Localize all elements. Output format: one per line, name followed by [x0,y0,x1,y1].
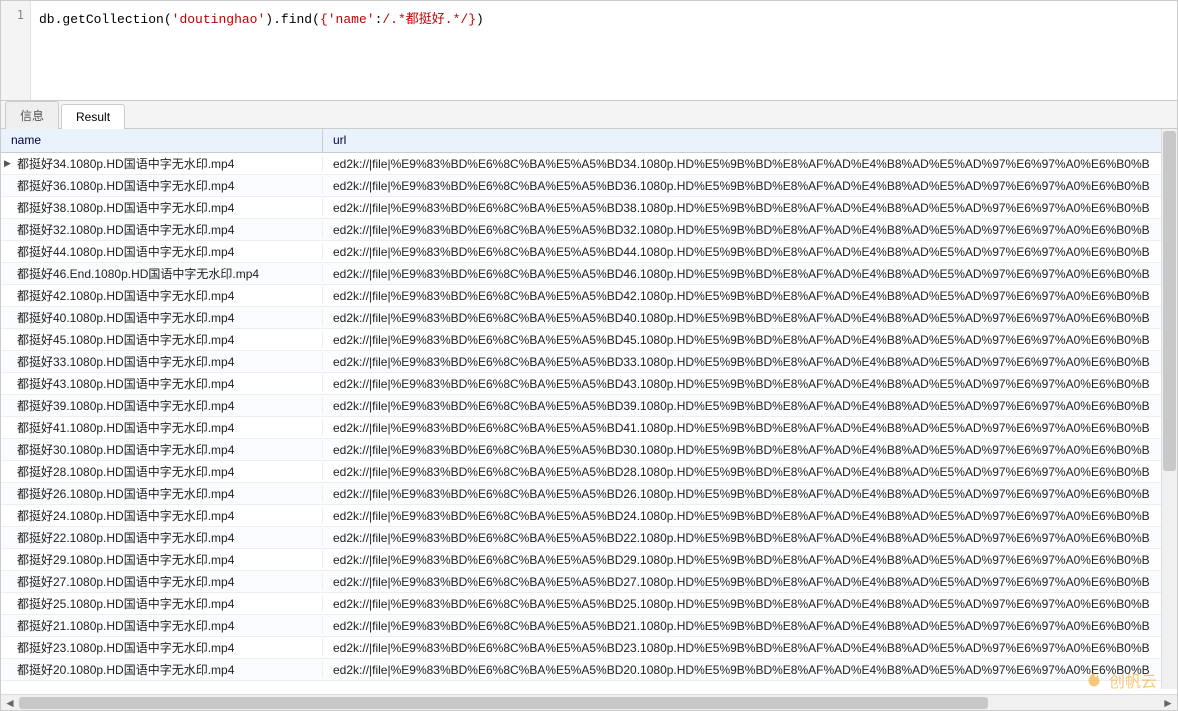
cell-name: 都挺好30.1080p.HD国语中字无水印.mp4 [1,441,323,458]
table-row[interactable]: 都挺好43.1080p.HD国语中字无水印.mp4ed2k://|file|%E… [1,373,1177,395]
grid-body[interactable]: 都挺好34.1080p.HD国语中字无水印.mp4ed2k://|file|%E… [1,153,1177,694]
cell-url: ed2k://|file|%E9%83%BD%E6%8C%BA%E5%A5%BD… [323,465,1177,479]
cell-name: 都挺好41.1080p.HD国语中字无水印.mp4 [1,419,323,436]
result-grid: name url 都挺好34.1080p.HD国语中字无水印.mp4ed2k:/… [1,129,1177,710]
cell-url: ed2k://|file|%E9%83%BD%E6%8C%BA%E5%A5%BD… [323,311,1177,325]
scroll-right-icon[interactable]: ► [1161,697,1175,709]
grid-header: name url [1,129,1177,153]
cell-name: 都挺好46.End.1080p.HD国语中字无水印.mp4 [1,265,323,282]
table-row[interactable]: 都挺好46.End.1080p.HD国语中字无水印.mp4ed2k://|fil… [1,263,1177,285]
cell-url: ed2k://|file|%E9%83%BD%E6%8C%BA%E5%A5%BD… [323,597,1177,611]
cell-url: ed2k://|file|%E9%83%BD%E6%8C%BA%E5%A5%BD… [323,553,1177,567]
cell-url: ed2k://|file|%E9%83%BD%E6%8C%BA%E5%A5%BD… [323,223,1177,237]
cell-name: 都挺好38.1080p.HD国语中字无水印.mp4 [1,199,323,216]
tab-result[interactable]: Result [61,104,125,129]
line-gutter: 1 [1,1,31,100]
cell-name: 都挺好42.1080p.HD国语中字无水印.mp4 [1,287,323,304]
cell-url: ed2k://|file|%E9%83%BD%E6%8C%BA%E5%A5%BD… [323,531,1177,545]
table-row[interactable]: 都挺好32.1080p.HD国语中字无水印.mp4ed2k://|file|%E… [1,219,1177,241]
table-row[interactable]: 都挺好39.1080p.HD国语中字无水印.mp4ed2k://|file|%E… [1,395,1177,417]
line-number: 1 [17,8,24,22]
table-row[interactable]: 都挺好24.1080p.HD国语中字无水印.mp4ed2k://|file|%E… [1,505,1177,527]
table-row[interactable]: 都挺好34.1080p.HD国语中字无水印.mp4ed2k://|file|%E… [1,153,1177,175]
cell-name: 都挺好40.1080p.HD国语中字无水印.mp4 [1,309,323,326]
cell-name: 都挺好33.1080p.HD国语中字无水印.mp4 [1,353,323,370]
cell-url: ed2k://|file|%E9%83%BD%E6%8C%BA%E5%A5%BD… [323,421,1177,435]
scroll-left-icon[interactable]: ◄ [3,697,17,709]
cell-name: 都挺好45.1080p.HD国语中字无水印.mp4 [1,331,323,348]
table-row[interactable]: 都挺好40.1080p.HD国语中字无水印.mp4ed2k://|file|%E… [1,307,1177,329]
cell-url: ed2k://|file|%E9%83%BD%E6%8C%BA%E5%A5%BD… [323,333,1177,347]
cell-url: ed2k://|file|%E9%83%BD%E6%8C%BA%E5%A5%BD… [323,201,1177,215]
result-tabs: 信息 Result [1,101,1177,129]
cell-url: ed2k://|file|%E9%83%BD%E6%8C%BA%E5%A5%BD… [323,245,1177,259]
table-row[interactable]: 都挺好44.1080p.HD国语中字无水印.mp4ed2k://|file|%E… [1,241,1177,263]
cell-url: ed2k://|file|%E9%83%BD%E6%8C%BA%E5%A5%BD… [323,157,1177,171]
table-row[interactable]: 都挺好22.1080p.HD国语中字无水印.mp4ed2k://|file|%E… [1,527,1177,549]
cell-name: 都挺好23.1080p.HD国语中字无水印.mp4 [1,639,323,656]
cell-url: ed2k://|file|%E9%83%BD%E6%8C%BA%E5%A5%BD… [323,641,1177,655]
table-row[interactable]: 都挺好41.1080p.HD国语中字无水印.mp4ed2k://|file|%E… [1,417,1177,439]
cell-url: ed2k://|file|%E9%83%BD%E6%8C%BA%E5%A5%BD… [323,179,1177,193]
tab-info[interactable]: 信息 [5,101,59,129]
cell-name: 都挺好44.1080p.HD国语中字无水印.mp4 [1,243,323,260]
column-header-url[interactable]: url [323,129,1177,152]
cell-name: 都挺好43.1080p.HD国语中字无水印.mp4 [1,375,323,392]
table-row[interactable]: 都挺好25.1080p.HD国语中字无水印.mp4ed2k://|file|%E… [1,593,1177,615]
table-row[interactable]: 都挺好20.1080p.HD国语中字无水印.mp4ed2k://|file|%E… [1,659,1177,681]
cell-url: ed2k://|file|%E9%83%BD%E6%8C%BA%E5%A5%BD… [323,509,1177,523]
scroll-track[interactable] [19,697,1159,709]
cell-url: ed2k://|file|%E9%83%BD%E6%8C%BA%E5%A5%BD… [323,267,1177,281]
query-editor[interactable]: 1 db.getCollection('doutinghao').find({'… [1,1,1177,101]
table-row[interactable]: 都挺好26.1080p.HD国语中字无水印.mp4ed2k://|file|%E… [1,483,1177,505]
cell-name: 都挺好26.1080p.HD国语中字无水印.mp4 [1,485,323,502]
query-code[interactable]: db.getCollection('doutinghao').find({'na… [39,8,484,27]
cell-url: ed2k://|file|%E9%83%BD%E6%8C%BA%E5%A5%BD… [323,487,1177,501]
cell-name: 都挺好21.1080p.HD国语中字无水印.mp4 [1,617,323,634]
cell-url: ed2k://|file|%E9%83%BD%E6%8C%BA%E5%A5%BD… [323,289,1177,303]
cell-url: ed2k://|file|%E9%83%BD%E6%8C%BA%E5%A5%BD… [323,575,1177,589]
cell-name: 都挺好20.1080p.HD国语中字无水印.mp4 [1,661,323,678]
table-row[interactable]: 都挺好45.1080p.HD国语中字无水印.mp4ed2k://|file|%E… [1,329,1177,351]
table-row[interactable]: 都挺好29.1080p.HD国语中字无水印.mp4ed2k://|file|%E… [1,549,1177,571]
table-row[interactable]: 都挺好21.1080p.HD国语中字无水印.mp4ed2k://|file|%E… [1,615,1177,637]
table-row[interactable]: 都挺好42.1080p.HD国语中字无水印.mp4ed2k://|file|%E… [1,285,1177,307]
tab-info-label: 信息 [20,109,44,123]
cell-name: 都挺好24.1080p.HD国语中字无水印.mp4 [1,507,323,524]
cell-url: ed2k://|file|%E9%83%BD%E6%8C%BA%E5%A5%BD… [323,443,1177,457]
cell-url: ed2k://|file|%E9%83%BD%E6%8C%BA%E5%A5%BD… [323,377,1177,391]
column-header-name[interactable]: name [1,129,323,152]
table-row[interactable]: 都挺好36.1080p.HD国语中字无水印.mp4ed2k://|file|%E… [1,175,1177,197]
cell-url: ed2k://|file|%E9%83%BD%E6%8C%BA%E5%A5%BD… [323,399,1177,413]
table-row[interactable]: 都挺好33.1080p.HD国语中字无水印.mp4ed2k://|file|%E… [1,351,1177,373]
cell-url: ed2k://|file|%E9%83%BD%E6%8C%BA%E5%A5%BD… [323,663,1177,677]
cell-name: 都挺好29.1080p.HD国语中字无水印.mp4 [1,551,323,568]
cell-name: 都挺好34.1080p.HD国语中字无水印.mp4 [1,155,323,172]
cell-name: 都挺好36.1080p.HD国语中字无水印.mp4 [1,177,323,194]
vertical-scroll-thumb[interactable] [1163,131,1176,471]
tab-result-label: Result [76,110,110,124]
table-row[interactable]: 都挺好27.1080p.HD国语中字无水印.mp4ed2k://|file|%E… [1,571,1177,593]
cell-name: 都挺好25.1080p.HD国语中字无水印.mp4 [1,595,323,612]
vertical-scrollbar[interactable] [1161,129,1177,689]
table-row[interactable]: 都挺好23.1080p.HD国语中字无水印.mp4ed2k://|file|%E… [1,637,1177,659]
cell-name: 都挺好32.1080p.HD国语中字无水印.mp4 [1,221,323,238]
cell-name: 都挺好39.1080p.HD国语中字无水印.mp4 [1,397,323,414]
scroll-thumb[interactable] [19,697,988,709]
app-window: 1 db.getCollection('doutinghao').find({'… [0,0,1178,711]
table-row[interactable]: 都挺好30.1080p.HD国语中字无水印.mp4ed2k://|file|%E… [1,439,1177,461]
cell-url: ed2k://|file|%E9%83%BD%E6%8C%BA%E5%A5%BD… [323,619,1177,633]
cell-url: ed2k://|file|%E9%83%BD%E6%8C%BA%E5%A5%BD… [323,355,1177,369]
cell-name: 都挺好22.1080p.HD国语中字无水印.mp4 [1,529,323,546]
cell-name: 都挺好27.1080p.HD国语中字无水印.mp4 [1,573,323,590]
table-row[interactable]: 都挺好28.1080p.HD国语中字无水印.mp4ed2k://|file|%E… [1,461,1177,483]
horizontal-scrollbar[interactable]: ◄ ► [1,694,1177,710]
table-row[interactable]: 都挺好38.1080p.HD国语中字无水印.mp4ed2k://|file|%E… [1,197,1177,219]
cell-name: 都挺好28.1080p.HD国语中字无水印.mp4 [1,463,323,480]
